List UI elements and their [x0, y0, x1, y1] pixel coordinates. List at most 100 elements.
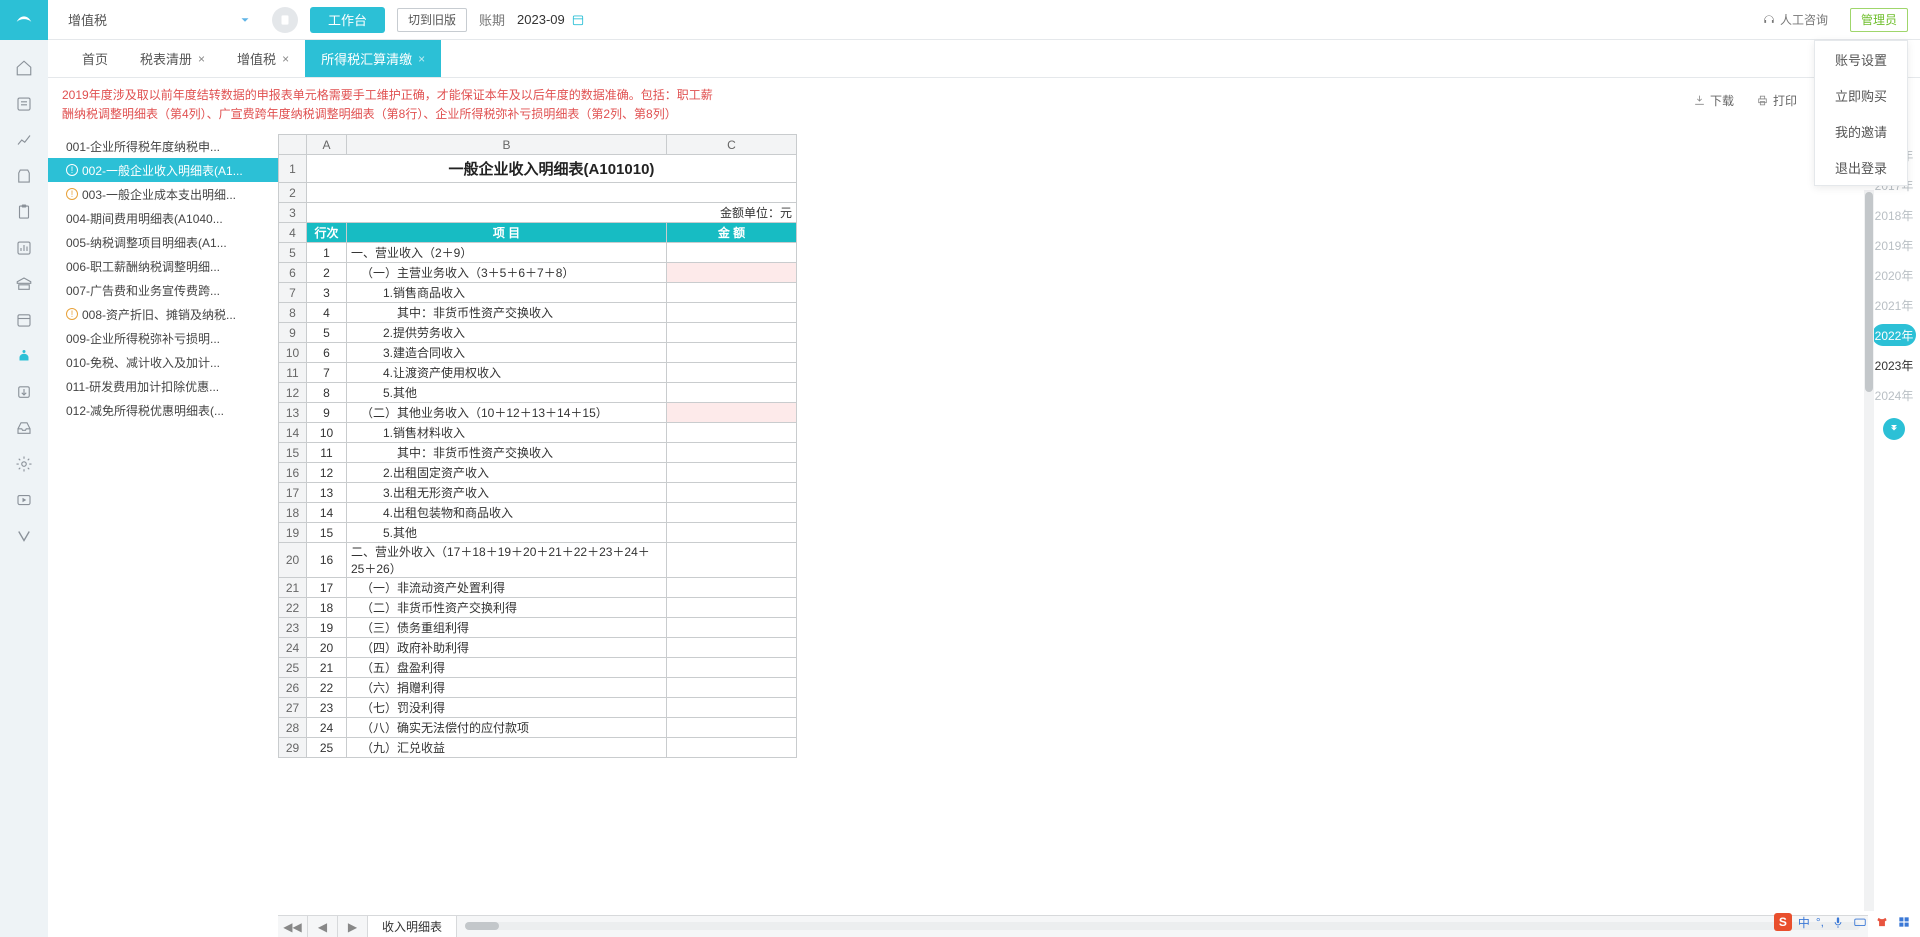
sheet-nav-next[interactable]: ▶ — [338, 916, 368, 937]
cell[interactable]: 4.让渡资产使用权收入 — [347, 363, 667, 383]
cell[interactable]: 15 — [307, 523, 347, 543]
page-tab[interactable]: 首页 — [66, 40, 124, 77]
cell[interactable]: 4 — [279, 223, 307, 243]
nav-export-icon[interactable] — [0, 374, 48, 410]
nav-clipboard-icon[interactable] — [0, 194, 48, 230]
cell[interactable] — [667, 543, 797, 578]
cell[interactable]: 7 — [307, 363, 347, 383]
cell[interactable]: （八）确实无法偿付的应付款项 — [347, 718, 667, 738]
cell[interactable]: 2 — [279, 183, 307, 203]
nav-bank-icon[interactable] — [0, 266, 48, 302]
old-version-button[interactable]: 切到旧版 — [397, 8, 467, 32]
cell[interactable]: 17 — [307, 578, 347, 598]
cell[interactable] — [667, 383, 797, 403]
cell[interactable]: 7 — [279, 283, 307, 303]
form-list-item[interactable]: 005-纳税调整项目明细表(A1... — [48, 230, 278, 254]
cell[interactable]: 金 额 — [667, 223, 797, 243]
cell[interactable] — [667, 323, 797, 343]
admin-menu-item[interactable]: 账号设置 — [1815, 41, 1907, 77]
cell[interactable]: 29 — [279, 738, 307, 758]
cell[interactable]: 24 — [279, 638, 307, 658]
cell[interactable]: 4 — [307, 303, 347, 323]
cell[interactable]: 其中：非货币性资产交换收入 — [347, 443, 667, 463]
cell[interactable]: 8 — [279, 303, 307, 323]
form-list-item[interactable]: 001-企业所得税年度纳税申... — [48, 134, 278, 158]
cell[interactable]: 20 — [279, 543, 307, 578]
tab-close-icon[interactable]: × — [418, 52, 425, 66]
cell[interactable]: 16 — [279, 463, 307, 483]
nav-settings-icon[interactable] — [0, 446, 48, 482]
cell[interactable]: 行次 — [307, 223, 347, 243]
cell[interactable]: 6 — [307, 343, 347, 363]
cell[interactable] — [667, 363, 797, 383]
cell[interactable]: （一）非流动资产处置利得 — [347, 578, 667, 598]
form-list-item[interactable]: !003-一般企业成本支出明细... — [48, 182, 278, 206]
cell[interactable] — [667, 483, 797, 503]
cell[interactable] — [667, 598, 797, 618]
cell[interactable] — [667, 638, 797, 658]
form-list-item[interactable]: 006-职工薪酬纳税调整明细... — [48, 254, 278, 278]
nav-analytics-icon[interactable] — [0, 122, 48, 158]
cell[interactable] — [667, 423, 797, 443]
cell[interactable]: 15 — [279, 443, 307, 463]
cell[interactable]: 24 — [307, 718, 347, 738]
cell[interactable]: 23 — [279, 618, 307, 638]
period-picker[interactable]: 2023-09 — [517, 12, 585, 27]
cell[interactable]: 19 — [279, 523, 307, 543]
cell[interactable]: A — [307, 135, 347, 155]
page-tab[interactable]: 税表清册× — [124, 40, 221, 77]
app-logo[interactable] — [0, 0, 48, 40]
admin-menu-item[interactable]: 退出登录 — [1815, 149, 1907, 185]
year-more-button[interactable] — [1883, 418, 1905, 440]
cell[interactable]: 18 — [279, 503, 307, 523]
cell[interactable]: 16 — [307, 543, 347, 578]
cell[interactable] — [667, 403, 797, 423]
cell[interactable]: （二）非货币性资产交换利得 — [347, 598, 667, 618]
cell[interactable]: 6 — [279, 263, 307, 283]
form-list-item[interactable]: 009-企业所得税弥补亏损明... — [48, 326, 278, 350]
year-pill[interactable]: 2023年 — [1872, 354, 1916, 376]
cell[interactable]: 25 — [307, 738, 347, 758]
admin-menu-item[interactable]: 立即购买 — [1815, 77, 1907, 113]
cell[interactable]: 其中：非货币性资产交换收入 — [347, 303, 667, 323]
cell[interactable]: （三）债务重组利得 — [347, 618, 667, 638]
cell[interactable]: （一）主营业务收入（3＋5＋6＋7＋8） — [347, 263, 667, 283]
tab-close-icon[interactable]: × — [282, 52, 289, 66]
cell[interactable]: 10 — [307, 423, 347, 443]
cell[interactable]: 4.出租包装物和商品收入 — [347, 503, 667, 523]
cell[interactable] — [667, 303, 797, 323]
cell[interactable]: 9 — [307, 403, 347, 423]
form-list-item[interactable]: 011-研发费用加计扣除优惠... — [48, 374, 278, 398]
cell[interactable] — [667, 738, 797, 758]
cell[interactable]: 19 — [307, 618, 347, 638]
cell[interactable]: 2.出租固定资产收入 — [347, 463, 667, 483]
cell[interactable] — [667, 443, 797, 463]
cell[interactable]: 3.建造合同收入 — [347, 343, 667, 363]
cell[interactable]: 14 — [279, 423, 307, 443]
cell[interactable]: C — [667, 135, 797, 155]
cell[interactable]: 12 — [279, 383, 307, 403]
year-pill[interactable]: 2019年 — [1872, 234, 1916, 256]
cell[interactable] — [667, 678, 797, 698]
print-button[interactable]: 打印 — [1756, 92, 1797, 109]
nav-calendar-icon[interactable] — [0, 302, 48, 338]
nav-video-icon[interactable] — [0, 482, 48, 518]
note-button[interactable] — [272, 7, 298, 33]
workbench-button[interactable]: 工作台 — [310, 7, 385, 33]
cell[interactable]: （五）盘盈利得 — [347, 658, 667, 678]
tax-type-select[interactable]: 增值税 — [60, 6, 260, 34]
support-link[interactable]: 人工咨询 — [1762, 11, 1828, 28]
cell[interactable]: 3.出租无形资产收入 — [347, 483, 667, 503]
cell[interactable]: 1.销售商品收入 — [347, 283, 667, 303]
tab-close-icon[interactable]: × — [198, 52, 205, 66]
cell[interactable]: 项 目 — [347, 223, 667, 243]
cell[interactable]: 1.销售材料收入 — [347, 423, 667, 443]
nav-vip-icon[interactable] — [0, 518, 48, 554]
admin-button[interactable]: 管理员 — [1850, 8, 1908, 32]
nav-home-icon[interactable] — [0, 50, 48, 86]
cell[interactable]: （七）罚没利得 — [347, 698, 667, 718]
cell[interactable] — [667, 283, 797, 303]
ime-toolbox-icon[interactable] — [1896, 914, 1912, 930]
cell[interactable]: 二、营业外收入（17＋18＋19＋20＋21＋22＋23＋24＋25＋26） — [347, 543, 667, 578]
ime-mic-icon[interactable] — [1830, 914, 1846, 930]
